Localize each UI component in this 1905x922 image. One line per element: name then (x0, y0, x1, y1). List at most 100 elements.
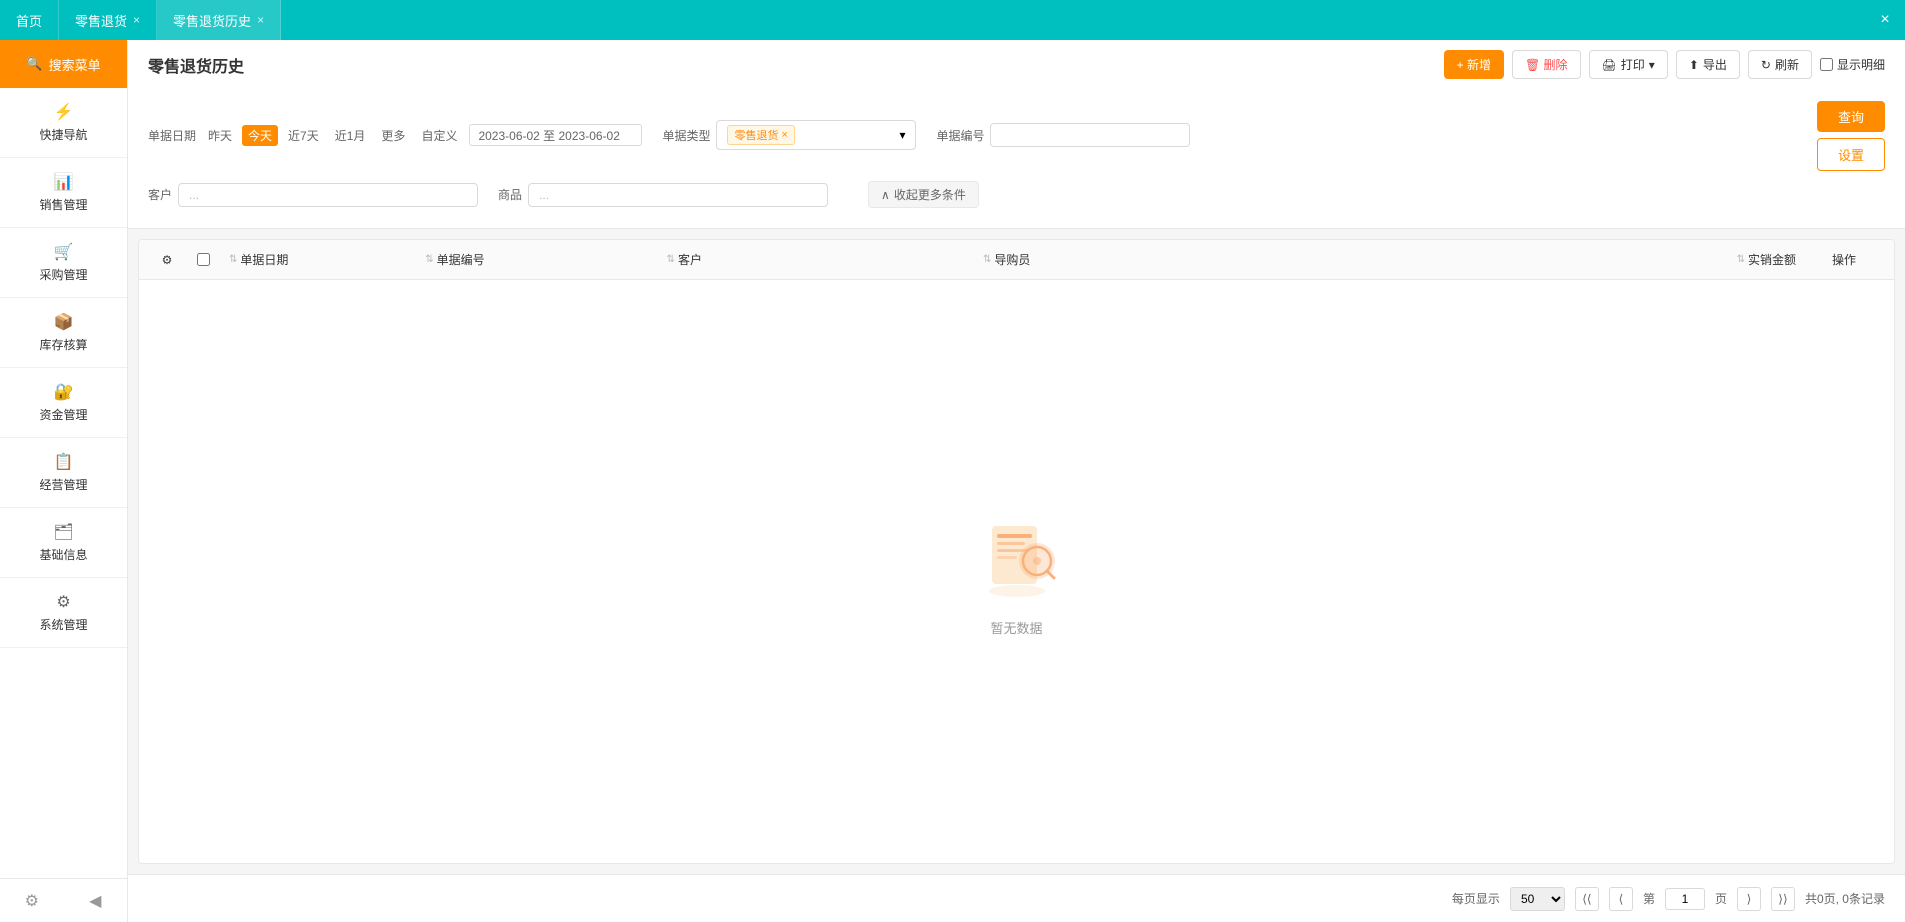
purchase-icon: 🛒 (54, 242, 74, 262)
filter-area: 单据日期 昨天 今天 近7天 近1月 更多 自定义 单据类型 (148, 89, 1885, 228)
col-amount-label: 实销金额 (1748, 251, 1796, 268)
col-number-header: ⇅ 单据编号 (417, 251, 658, 268)
collapse-filter-button[interactable]: ∧ 收起更多条件 (868, 181, 979, 208)
sidebar: 🔍 搜索菜单 ⚡ 快捷导航 📊 销售管理 🛒 采购管理 📦 库存核算 🔐 (0, 40, 128, 922)
tab-home[interactable]: 首页 (0, 0, 59, 40)
sidebar-item-system-label: 系统管理 (39, 616, 87, 633)
page-title-row: 零售退货历史 + 新增 🗑 删除 🖨 打印 ▾ ⬆ 导出 ↻ (148, 50, 1885, 79)
col-setting[interactable]: ⚙ (149, 253, 185, 267)
sidebar-item-operations-label: 经营管理 (39, 476, 87, 493)
filter-row-1: 单据日期 昨天 今天 近7天 近1月 更多 自定义 单据类型 (148, 99, 1885, 171)
goods-filter: 商品 ... (498, 183, 828, 207)
table-body: 暂无数据 (139, 280, 1894, 863)
empty-icon (967, 506, 1067, 606)
col-action-label: 操作 (1832, 251, 1856, 268)
show-detail-checkbox-label[interactable]: 显示明细 (1820, 56, 1885, 73)
customer-filter-label: 客户 (148, 186, 172, 203)
tab-retail-return-history-close[interactable]: × (257, 13, 264, 27)
sidebar-item-operations[interactable]: 📋 经营管理 (0, 438, 127, 508)
date-btn-yesterday[interactable]: 昨天 (202, 125, 238, 146)
date-btn-1month[interactable]: 近1月 (329, 125, 372, 146)
sidebar-bottom: ⚙ ◀ (0, 878, 127, 922)
empty-text: 暂无数据 (990, 618, 1042, 637)
date-range-input[interactable] (469, 124, 642, 146)
type-select-tag-text: 零售退货 (734, 127, 778, 143)
type-select-tag-close[interactable]: × (781, 129, 787, 141)
query-set-area: 查询 设置 (1817, 99, 1885, 171)
page-input[interactable] (1665, 888, 1705, 910)
col-date-label: 单据日期 (240, 251, 288, 268)
operations-icon: 📋 (54, 452, 74, 472)
first-page-button[interactable]: ⟨⟨ (1575, 887, 1599, 911)
page-title: 零售退货历史 (148, 53, 244, 77)
tab-retail-return[interactable]: 零售退货 × (59, 0, 157, 40)
sort-date-icon[interactable]: ⇅ (229, 254, 237, 265)
inventory-icon: 📦 (54, 312, 74, 332)
print-button[interactable]: 🖨 打印 ▾ (1589, 50, 1668, 79)
type-select[interactable]: 零售退货 × ▾ (716, 120, 916, 150)
sidebar-item-basic-info[interactable]: 🗂 基础信息 (0, 508, 127, 578)
export-label: 导出 (1703, 56, 1727, 73)
docno-filter: 单据编号 (936, 123, 1190, 147)
page-label: 第 (1643, 890, 1655, 907)
sidebar-item-quick-nav-label: 快捷导航 (39, 126, 87, 143)
date-btn-more[interactable]: 更多 (375, 125, 411, 146)
table-header: ⚙ ⇅ 单据日期 ⇅ 单据编号 ⇅ 客户 ⇅ 导购员 (139, 240, 1894, 280)
search-icon: 🔍 (26, 56, 42, 72)
col-date-header: ⇅ 单据日期 (221, 251, 417, 268)
date-btn-today[interactable]: 今天 (242, 125, 278, 146)
sort-guide-icon[interactable]: ⇅ (983, 254, 991, 265)
docno-input[interactable] (990, 123, 1190, 147)
last-page-button[interactable]: ⟩⟩ (1771, 887, 1795, 911)
sort-customer-icon[interactable]: ⇅ (667, 254, 675, 265)
sidebar-item-sales[interactable]: 📊 销售管理 (0, 158, 127, 228)
main-layout: 🔍 搜索菜单 ⚡ 快捷导航 📊 销售管理 🛒 采购管理 📦 库存核算 🔐 (0, 40, 1905, 922)
sidebar-item-sales-label: 销售管理 (39, 196, 87, 213)
add-button[interactable]: + 新增 (1444, 50, 1504, 79)
pagination: 每页显示 50 100 200 ⟨⟨ ⟨ 第 页 ⟩ ⟩⟩ 共0页, 0条记录 (128, 874, 1905, 922)
tab-retail-return-close[interactable]: × (133, 13, 140, 27)
show-detail-checkbox[interactable] (1820, 58, 1833, 71)
set-button[interactable]: 设置 (1817, 138, 1885, 171)
next-page-button[interactable]: ⟩ (1737, 887, 1761, 911)
goods-ellipsis: ... (539, 188, 549, 202)
sidebar-item-inventory[interactable]: 📦 库存核算 (0, 298, 127, 368)
sidebar-item-system[interactable]: ⚙ 系统管理 (0, 578, 127, 648)
sort-amount-icon[interactable]: ⇅ (1737, 254, 1745, 265)
date-btn-custom[interactable]: 自定义 (415, 125, 463, 146)
total-label: 共0页, 0条记录 (1805, 890, 1885, 907)
col-customer-header: ⇅ 客户 (659, 251, 975, 268)
select-all-checkbox[interactable] (197, 253, 210, 266)
per-page-select[interactable]: 50 100 200 (1510, 887, 1565, 911)
sidebar-item-basic-info-label: 基础信息 (39, 546, 87, 563)
per-page-label: 每页显示 (1452, 890, 1500, 907)
sort-number-icon[interactable]: ⇅ (425, 254, 433, 265)
refresh-icon: ↻ (1761, 58, 1771, 72)
goods-filter-label: 商品 (498, 186, 522, 203)
date-filter: 单据日期 昨天 今天 近7天 近1月 更多 自定义 (148, 124, 642, 146)
table-container: ⚙ ⇅ 单据日期 ⇅ 单据编号 ⇅ 客户 ⇅ 导购员 (138, 239, 1895, 864)
prev-page-button[interactable]: ⟨ (1609, 887, 1633, 911)
export-button[interactable]: ⬆ 导出 (1676, 50, 1740, 79)
refresh-button[interactable]: ↻ 刷新 (1748, 50, 1812, 79)
goods-select[interactable]: ... (528, 183, 828, 207)
page-header: 零售退货历史 + 新增 🗑 删除 🖨 打印 ▾ ⬆ 导出 ↻ (128, 40, 1905, 229)
sidebar-item-finance[interactable]: 🔐 资金管理 (0, 368, 127, 438)
customer-select[interactable]: ... (178, 183, 478, 207)
window-close-button[interactable]: × (1865, 0, 1905, 40)
sidebar-item-quick-nav[interactable]: ⚡ 快捷导航 (0, 88, 127, 158)
col-customer-label: 客户 (678, 251, 702, 268)
sidebar-item-inventory-label: 库存核算 (39, 336, 87, 353)
collapse-sidebar-button[interactable]: ◀ (64, 879, 128, 922)
settings-button[interactable]: ⚙ (0, 879, 64, 922)
date-btn-7days[interactable]: 近7天 (282, 125, 325, 146)
date-filter-label: 单据日期 (148, 127, 196, 144)
col-check[interactable] (185, 253, 221, 266)
sidebar-nav: ⚡ 快捷导航 📊 销售管理 🛒 采购管理 📦 库存核算 🔐 资金管理 📋 (0, 88, 127, 878)
delete-button[interactable]: 🗑 删除 (1512, 50, 1581, 79)
sidebar-search[interactable]: 🔍 搜索菜单 (0, 40, 127, 88)
toolbar: + 新增 🗑 删除 🖨 打印 ▾ ⬆ 导出 ↻ 刷新 (1444, 50, 1885, 79)
query-button[interactable]: 查询 (1817, 101, 1885, 132)
tab-retail-return-history[interactable]: 零售退货历史 × (157, 0, 281, 40)
sidebar-item-purchase[interactable]: 🛒 采购管理 (0, 228, 127, 298)
